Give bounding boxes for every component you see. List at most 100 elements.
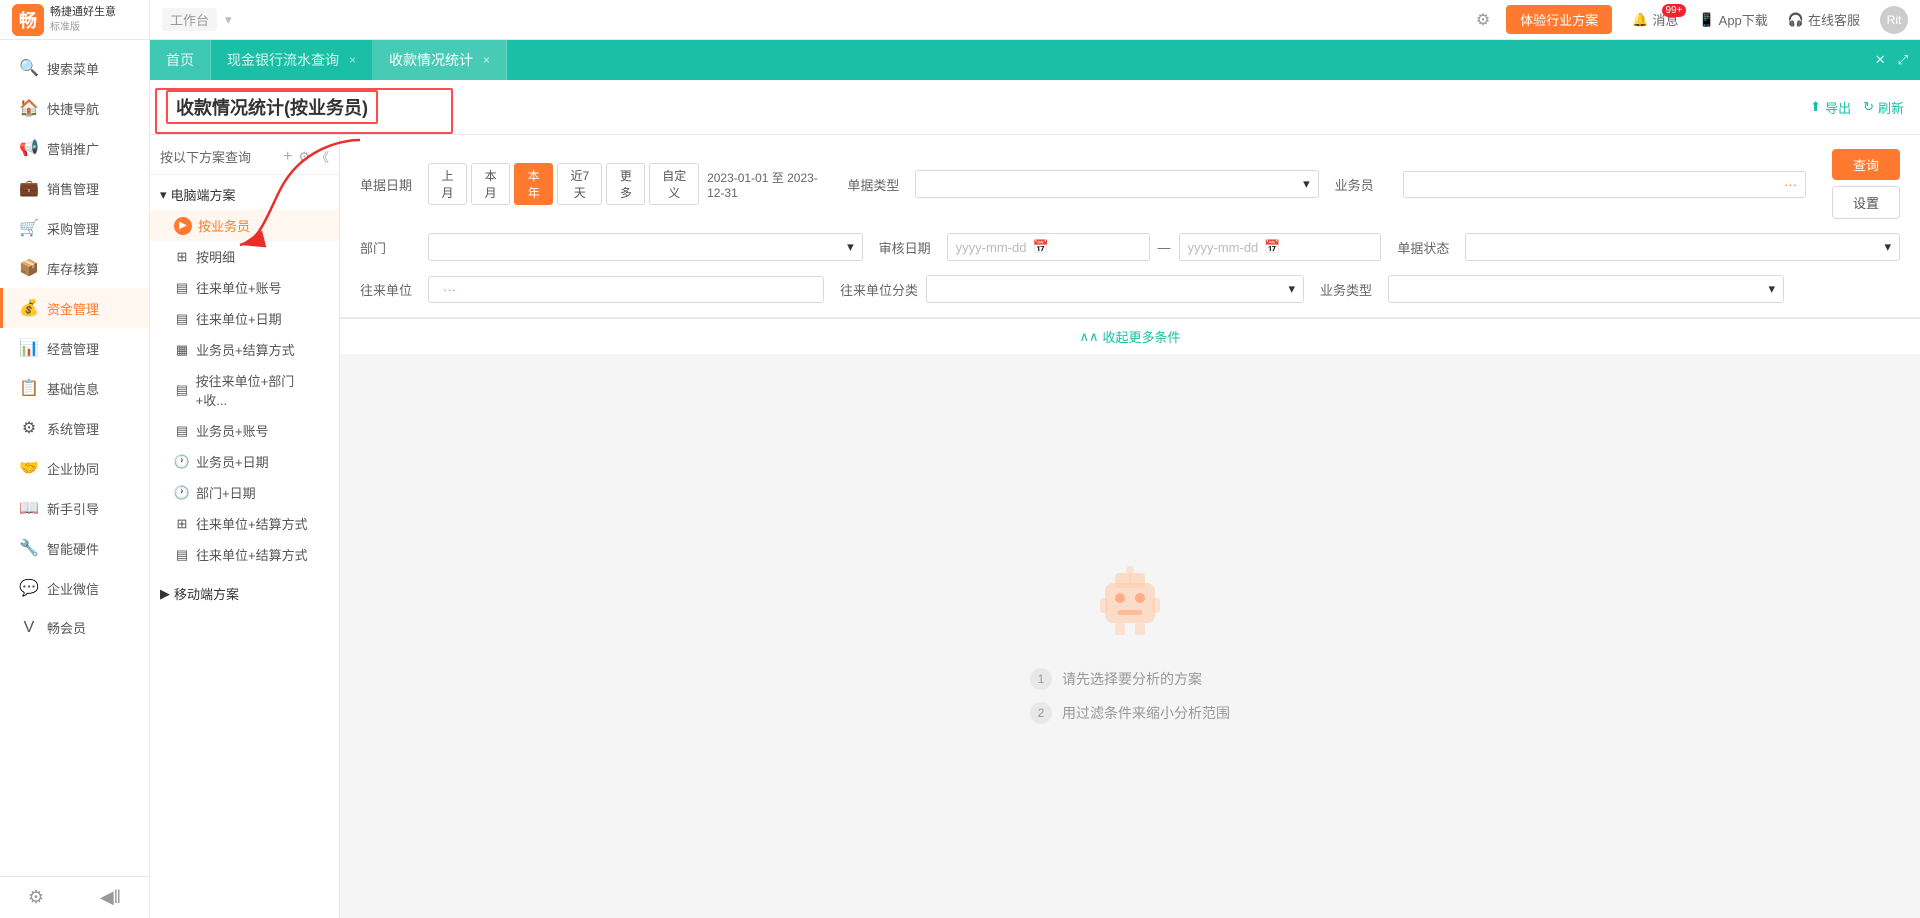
settings-button[interactable]: 设置 (1832, 186, 1900, 219)
sidebar-item-member[interactable]: V 畅会员 (0, 608, 149, 647)
scheme-item-dept-date[interactable]: 🕐 部门+日期 (150, 477, 339, 508)
scheme-group-pc-title[interactable]: ▾ 电脑端方案 (150, 179, 339, 210)
scheme-item-partner-account[interactable]: ▤ 往来单位+账号 (150, 272, 339, 303)
date-btn-this-month[interactable]: 本月 (471, 163, 510, 205)
sidebar-item-quicknav[interactable]: 🏠 快捷导航 (0, 88, 149, 128)
voucher-status-select[interactable]: ▾ (1465, 233, 1900, 261)
panel-collapse-icon[interactable]: 《 (316, 147, 329, 166)
sidebar-item-funds[interactable]: 💰 资金管理 (0, 288, 149, 328)
tab-close-all-icon[interactable]: ✕ (1875, 52, 1886, 68)
sidebar-item-guide[interactable]: 📖 新手引导 (0, 488, 149, 528)
top-bar: 工作台 ▾ ⚙ 体验行业方案 🔔 消息 99+ 📱 App下载 🎧 在线客服 R… (150, 0, 1920, 40)
scheme-item-partner-settlement-1[interactable]: ⊞ 往来单位+结算方式 (150, 508, 339, 539)
sidebar-bottom: ⚙ ◀‖ (0, 876, 149, 918)
sidebar-item-purchase[interactable]: 🛒 采购管理 (0, 208, 149, 248)
sidebar-settings-btn[interactable]: ⚙ (28, 887, 44, 908)
sidebar-item-basics[interactable]: 📋 基础信息 (0, 368, 149, 408)
inventory-icon: 📦 (19, 258, 39, 278)
scheme-item-partner-date[interactable]: ▤ 往来单位+日期 (150, 303, 339, 334)
table-icon-4: ▤ (174, 423, 190, 439)
business-type-select[interactable]: ▾ (1388, 275, 1784, 303)
date-buttons-group: 上月 本月 本年 近7天 更多 自定义 2023-01-01 至 2023-12… (428, 163, 831, 205)
trial-button[interactable]: 体验行业方案 (1506, 5, 1612, 34)
filter-item-business-type: 业务类型 ▾ (1320, 275, 1784, 303)
date-separator: — (1158, 240, 1171, 255)
sidebar-item-hardware[interactable]: 🔧 智能硬件 (0, 528, 149, 568)
collapse-more-conditions-button[interactable]: ∧∧ 收起更多条件 (340, 318, 1920, 354)
top-bar-actions: ⚙ 体验行业方案 (1476, 5, 1612, 34)
left-panel: 按以下方案查询 + ⚙ 《 ▾ 电脑端方案 ▶ 按业务员 ⊞ (150, 135, 340, 918)
panel-header: 按以下方案查询 + ⚙ 《 (150, 135, 339, 175)
tab-maximize-icon[interactable]: ⤢ (1898, 52, 1908, 68)
export-icon: ⬆ (1810, 99, 1821, 115)
scheme-item-partner-dept[interactable]: ▤ 按往来单位+部门+收... (150, 365, 339, 415)
scheme-settings-icon[interactable]: ⚙ (298, 149, 310, 165)
filter-item-partner-category: 往来单位分类 ▾ (840, 275, 1304, 303)
scheme-item-detail[interactable]: ⊞ 按明细 (150, 241, 339, 272)
tab-close-receipt-stats[interactable]: × (483, 53, 490, 67)
tab-bank-flow[interactable]: 现金银行流水查询 × (211, 40, 373, 80)
app-download-link[interactable]: 📱 App下载 (1698, 10, 1767, 29)
review-date-start[interactable]: yyyy-mm-dd 📅 (947, 233, 1150, 261)
voucher-status-label: 单据状态 (1397, 238, 1457, 257)
sidebar-item-search[interactable]: 🔍 搜索菜单 (0, 48, 149, 88)
settings-gear-icon[interactable]: ⚙ (1476, 10, 1490, 30)
scheme-item-salesperson-settlement[interactable]: ▦ 业务员+结算方式 (150, 334, 339, 365)
sidebar-item-inventory[interactable]: 📦 库存核算 (0, 248, 149, 288)
calendar-start-icon: 📅 (1032, 239, 1048, 255)
sales-icon: 💼 (19, 178, 39, 198)
department-select[interactable]: ▾ (428, 233, 863, 261)
chevron-down-icon[interactable]: ▾ (225, 12, 232, 28)
tab-receipt-stats[interactable]: 收款情况统计 × (373, 40, 507, 80)
date-btn-more[interactable]: 更多 (606, 163, 645, 205)
scheme-group-mobile: ▶ 移动端方案 (150, 574, 339, 613)
workspace-name[interactable]: 工作台 (162, 8, 217, 31)
scheme-item-partner-settlement-2[interactable]: ▤ 往来单位+结算方式 (150, 539, 339, 570)
sidebar-item-marketing[interactable]: 📢 营销推广 (0, 128, 149, 168)
online-service-link[interactable]: 🎧 在线客服 (1788, 10, 1860, 29)
sidebar-collapse-btn[interactable]: ◀‖ (100, 887, 121, 908)
grid-icon: ⊞ (174, 249, 190, 265)
guide-icon: 📖 (19, 498, 39, 518)
review-date-end[interactable]: yyyy-mm-dd 📅 (1179, 233, 1382, 261)
messages-button[interactable]: 🔔 消息 99+ (1632, 10, 1678, 29)
funds-icon: 💰 (19, 298, 39, 318)
top-right-actions: 🔔 消息 99+ 📱 App下载 🎧 在线客服 Rit (1632, 6, 1908, 34)
voucher-type-select[interactable]: ▾ (915, 170, 1318, 198)
user-avatar[interactable]: Rit (1880, 6, 1908, 34)
filter-area: 单据日期 上月 本月 本年 近7天 更多 自定义 2023-01-01 至 20… (340, 135, 1920, 318)
sidebar-item-wechat[interactable]: 💬 企业微信 (0, 568, 149, 608)
partner-more-icon: ··· (443, 282, 456, 297)
date-btn-last-month[interactable]: 上月 (428, 163, 467, 205)
tab-close-bank-flow[interactable]: × (349, 53, 356, 67)
sidebar-item-system[interactable]: ⚙ 系统管理 (0, 408, 149, 448)
review-date-end-text: yyyy-mm-dd (1188, 240, 1259, 255)
tab-home[interactable]: 首页 (150, 40, 211, 80)
sidebar-item-sales[interactable]: 💼 销售管理 (0, 168, 149, 208)
add-scheme-button[interactable]: + (283, 148, 292, 166)
date-label: 单据日期 (360, 175, 420, 194)
headset-icon: 🎧 (1788, 12, 1804, 28)
export-button[interactable]: ⬆ 导出 (1810, 98, 1851, 117)
filter-item-partner: 往来单位 ··· (360, 276, 824, 303)
scheme-group-mobile-title[interactable]: ▶ 移动端方案 (150, 578, 339, 609)
page-title: 收款情况统计(按业务员) (166, 90, 378, 124)
date-btn-7days[interactable]: 近7天 (557, 163, 602, 205)
scheme-item-salesperson-date[interactable]: 🕐 业务员+日期 (150, 446, 339, 477)
grid-icon-2: ⊞ (174, 516, 190, 532)
scheme-item-salesperson-account[interactable]: ▤ 业务员+账号 (150, 415, 339, 446)
partner-category-select[interactable]: ▾ (926, 275, 1304, 303)
sidebar-item-management[interactable]: 📊 经营管理 (0, 328, 149, 368)
marketing-icon: 📢 (19, 138, 39, 158)
date-btn-custom[interactable]: 自定义 (649, 163, 699, 205)
search-menu-icon: 🔍 (19, 58, 39, 78)
date-btn-this-year[interactable]: 本年 (514, 163, 553, 205)
sidebar-item-enterprise[interactable]: 🤝 企业协同 (0, 448, 149, 488)
salesperson-select[interactable]: ··· (1403, 171, 1806, 198)
scheme-item-by-salesperson[interactable]: ▶ 按业务员 (150, 210, 339, 241)
business-type-chevron-icon: ▾ (1768, 281, 1775, 297)
partner-input[interactable]: ··· (428, 276, 824, 303)
query-button[interactable]: 查询 (1832, 149, 1900, 180)
refresh-button[interactable]: ↻ 刷新 (1863, 98, 1904, 117)
logo-area: 畅 畅捷通好生意 标准版 (0, 0, 149, 40)
